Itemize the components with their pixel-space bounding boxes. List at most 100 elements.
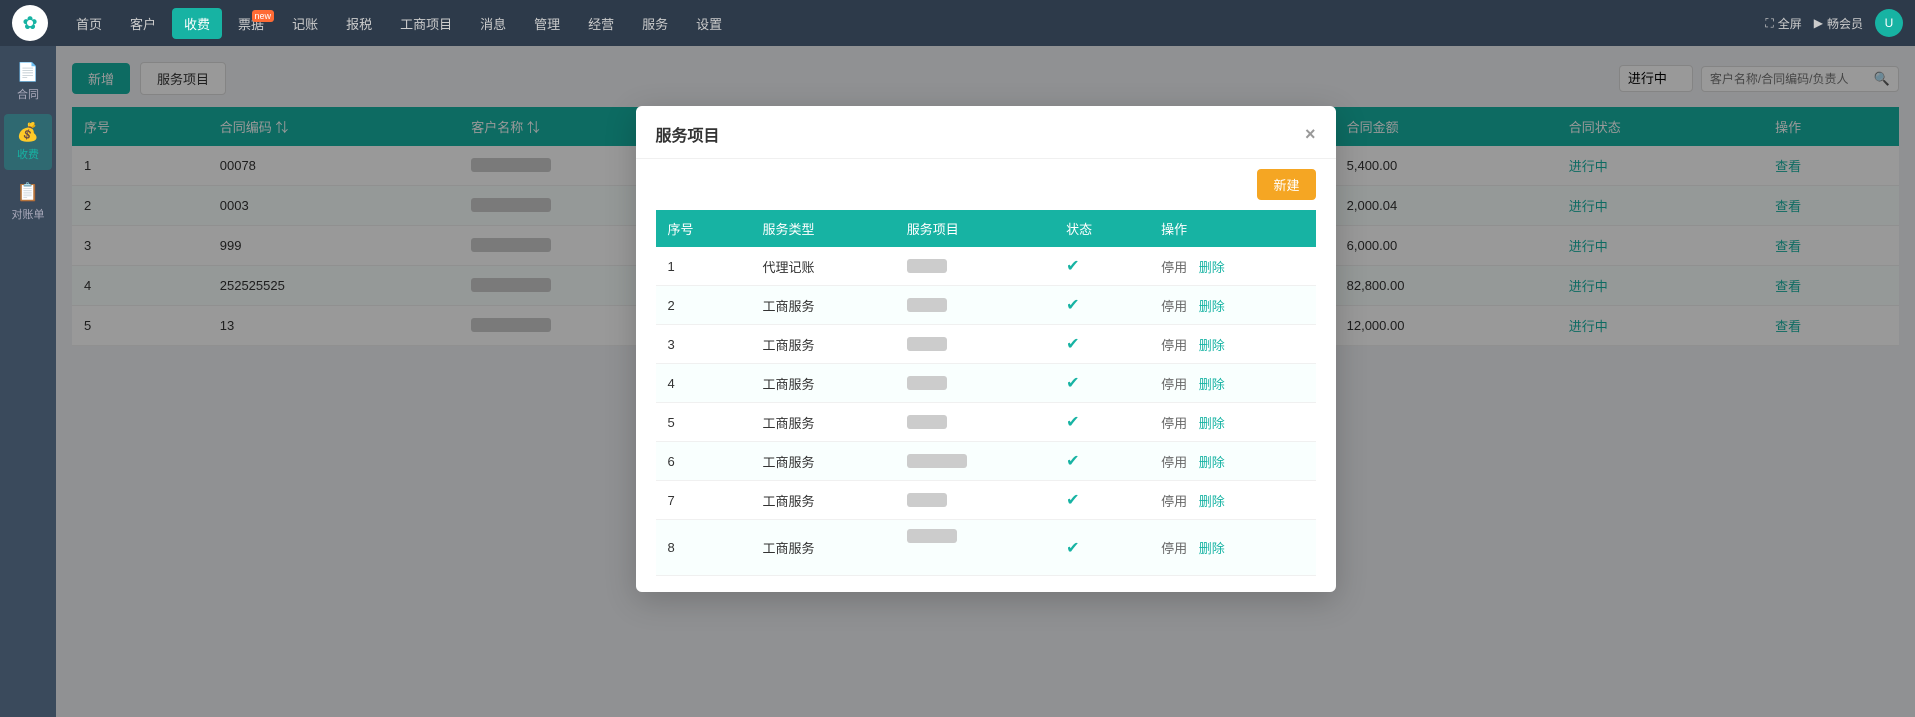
nav-badge-piao: new [252,10,275,22]
modal-table-body: 1代理记账████1✔停用 删除2工商服务████✔停用 删除3工商服务████… [656,247,1316,576]
modal-table-row: 7工商服务████✔停用 删除 [656,481,1316,520]
modal-td-seq: 3 [656,325,751,364]
top-nav: ✿ 首页客户收费票据new记账报税工商项目消息管理经营服务设置 ⛶ 全屏 ▶ 畅… [0,0,1915,46]
duizhang-icon: 📋 [17,182,39,203]
modal-table-row: 1代理记账████1 ✔ 停用 删除 [656,247,1316,286]
nav-item-baoshui[interactable]: 报税 [334,8,384,39]
modal-th-type: 服务类型 [750,210,894,247]
stop-button[interactable]: 停用 [1161,416,1187,431]
modal-new-button[interactable]: 新建 [1257,169,1315,200]
modal-td-item: ████ [895,481,1054,520]
modal-td-seq: 1 [656,247,751,286]
nav-item-fuwu[interactable]: 服务 [630,8,680,39]
shoufei-icon: 💰 [17,122,39,143]
nav-item-xiaoxi[interactable]: 消息 [468,8,518,39]
sidebar: 📄 合同💰 收费📋 对账单 [0,46,56,717]
member-icon: ▶ [1814,16,1823,30]
delete-button[interactable]: 删除 [1199,494,1225,509]
member-button[interactable]: ▶ 畅会员 [1814,15,1863,32]
stop-button[interactable]: 停用 [1161,455,1187,470]
modal-td-item: ████ [895,325,1054,364]
nav-item-shezhi[interactable]: 设置 [684,8,734,39]
sidebar-item-duizhang[interactable]: 📋 对账单 [4,174,52,230]
sidebar-item-shoufei[interactable]: 💰 收费 [4,114,52,170]
nav-item-jingying[interactable]: 经营 [576,8,626,39]
modal-td-action: 停用 删除 [1149,247,1315,286]
fullscreen-button[interactable]: ⛶ 全屏 [1765,15,1801,32]
logo-icon: ✿ [22,13,37,34]
modal-td-seq: 8 [656,520,751,576]
modal-td-type: 代理记账 [750,247,894,286]
modal-close-button[interactable]: × [1305,124,1316,145]
modal-td-status: ✔ [1054,403,1149,442]
modal-overlay: 服务项目 × 新建 序号服务类型服务项目状态操作 1代理记账████1✔停用 删… [56,46,1915,717]
modal-title: 服务项目 [656,122,720,146]
hetong-icon: 📄 [17,62,39,83]
modal-table-row: 2工商服务████✔停用 删除 [656,286,1316,325]
modal-th-action: 操作 [1149,210,1315,247]
service-items-modal: 服务项目 × 新建 序号服务类型服务项目状态操作 1代理记账████1✔停用 删… [636,106,1336,592]
stop-button[interactable]: 停用 [1161,494,1187,509]
modal-body: 序号服务类型服务项目状态操作 1代理记账████1✔停用 删除2工商服务████… [636,210,1336,592]
modal-td-item: ████1 [895,247,1054,286]
stop-button[interactable]: 停用 [1161,377,1187,392]
modal-td-seq: 6 [656,442,751,481]
modal-td-status: ✔ [1054,286,1149,325]
status-check-icon: ✔ [1066,414,1079,431]
modal-td-seq: 5 [656,403,751,442]
modal-td-action: 停用 删除 [1149,364,1315,403]
modal-td-status: ✔ [1054,520,1149,576]
sidebar-item-label-duizhang: 对账单 [12,206,45,222]
status-check-icon: ✔ [1066,375,1079,392]
modal-td-type: 工商服务 [750,520,894,576]
sidebar-item-label-shoufei: 收费 [17,146,39,162]
modal-td-type: 工商服务 [750,481,894,520]
nav-item-guanli[interactable]: 管理 [522,8,572,39]
nav-items: 首页客户收费票据new记账报税工商项目消息管理经营服务设置 [64,8,1765,39]
modal-table-row: 5工商服务████✔停用 删除 [656,403,1316,442]
modal-td-status: ✔ [1054,481,1149,520]
modal-td-action: 停用 删除 [1149,442,1315,481]
modal-td-action: 停用 删除 [1149,286,1315,325]
sidebar-item-label-hetong: 合同 [17,86,39,102]
status-check-icon: ✔ [1066,336,1079,353]
status-check-icon: ✔ [1066,453,1079,470]
sidebar-item-hetong[interactable]: 📄 合同 [4,54,52,110]
delete-button[interactable]: 删除 [1199,299,1225,314]
delete-button[interactable]: 删除 [1199,338,1225,353]
modal-td-action: 停用 删除 [1149,325,1315,364]
status-check-icon: ✔ [1066,258,1079,275]
modal-th-item: 服务项目 [895,210,1054,247]
modal-table-row: 8工商服务████注册✔停用 删除 [656,520,1316,576]
nav-item-gongshang[interactable]: 工商项目 [388,8,464,39]
delete-button[interactable]: 删除 [1199,455,1225,470]
nav-item-home[interactable]: 首页 [64,8,114,39]
delete-button[interactable]: 删除 [1199,541,1225,556]
modal-td-type: 工商服务 [750,442,894,481]
nav-item-shoufei[interactable]: 收费 [172,8,222,39]
modal-td-item: ████ [895,364,1054,403]
modal-td-type: 工商服务 [750,364,894,403]
nav-item-piao[interactable]: 票据new [226,8,276,39]
avatar[interactable]: U [1875,9,1903,37]
delete-button[interactable]: 删除 [1199,260,1225,275]
modal-td-type: 工商服务 [750,286,894,325]
nav-item-jiz[interactable]: 记账 [280,8,330,39]
modal-td-item: ██████ [895,442,1054,481]
app-logo: ✿ [12,5,48,41]
status-check-icon: ✔ [1066,492,1079,509]
stop-button[interactable]: 停用 [1161,260,1187,275]
nav-item-customer[interactable]: 客户 [118,8,168,39]
modal-td-type: 工商服务 [750,403,894,442]
delete-button[interactable]: 删除 [1199,377,1225,392]
stop-button[interactable]: 停用 [1161,338,1187,353]
modal-td-status: ✔ [1054,442,1149,481]
modal-td-item: ████注册 [895,520,1054,576]
service-items-table: 序号服务类型服务项目状态操作 1代理记账████1✔停用 删除2工商服务████… [656,210,1316,576]
stop-button[interactable]: 停用 [1161,299,1187,314]
stop-button[interactable]: 停用 [1161,541,1187,556]
modal-td-action: 停用 删除 [1149,403,1315,442]
modal-td-action: 停用 删除 [1149,520,1315,576]
delete-button[interactable]: 删除 [1199,416,1225,431]
modal-toolbar: 新建 [636,159,1336,210]
